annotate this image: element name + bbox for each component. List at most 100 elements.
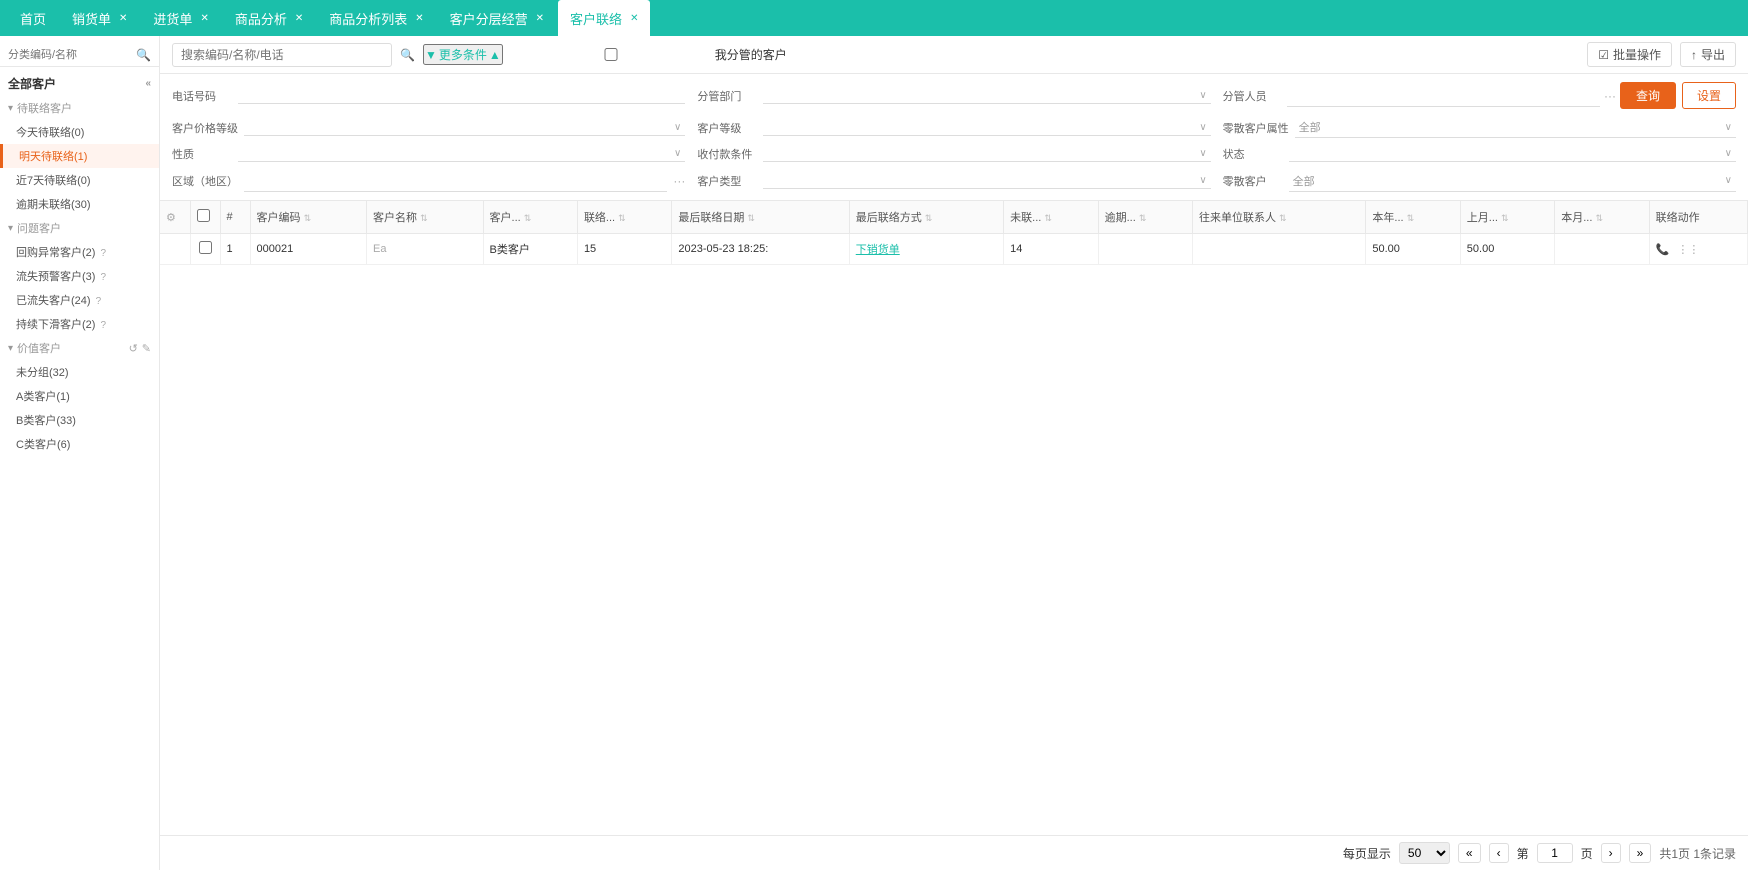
nav-customer-seg-close[interactable]: ✕ — [536, 13, 544, 24]
sort-arrows-this-month: ⇅ — [1595, 213, 1603, 223]
sidebar-item-ungrouped[interactable]: 未分组(32) — [0, 360, 159, 384]
col-overdue[interactable]: 逾期... ⇅ — [1098, 201, 1192, 234]
retail-customer-select[interactable]: 全部 ∨ — [1289, 171, 1736, 192]
select-all-checkbox[interactable] — [197, 209, 210, 222]
col-type[interactable]: 客户... ⇅ — [483, 201, 577, 234]
branch-dept-select[interactable]: ∨ — [763, 88, 1210, 104]
col-unit-contact[interactable]: 往来单位联系人 ⇅ — [1192, 201, 1365, 234]
col-contact[interactable]: 联络... ⇅ — [577, 201, 671, 234]
contact-action-icon[interactable]: 📞 — [1656, 243, 1670, 256]
sidebar-item-churn-warning-label: 流失预警客户(3) — [16, 271, 95, 283]
nav-customer-seg[interactable]: 客户分层经营 ✕ — [438, 0, 556, 36]
sidebar-item-tomorrow-contact[interactable]: 明天待联络(1) — [0, 144, 159, 168]
price-level-select[interactable]: ∨ — [244, 120, 685, 136]
price-level-arrow: ∨ — [674, 122, 681, 133]
edit-icon[interactable]: ✎ — [142, 342, 151, 355]
sidebar-search-icon[interactable]: 🔍 — [136, 48, 151, 62]
filter-row-branch-person: 分管人员 ··· 查询 设置 — [1223, 82, 1736, 109]
first-page-btn[interactable]: « — [1458, 843, 1481, 863]
payment-arrow: ∨ — [1199, 148, 1206, 159]
nav-purchase[interactable]: 进货单 ✕ — [141, 0, 220, 36]
my-customers-checkbox[interactable] — [511, 48, 711, 61]
sidebar-item-churned[interactable]: 已流失客户(24) ? — [0, 288, 159, 312]
branch-person-input[interactable] — [1287, 85, 1600, 107]
sidebar-item-overdue-label: 逾期未联络(30) — [16, 199, 91, 211]
last-page-btn[interactable]: » — [1629, 843, 1652, 863]
next-page-btn[interactable]: › — [1601, 843, 1621, 863]
value-group-icons: ↺ ✎ — [129, 342, 151, 355]
batch-operation-btn[interactable]: ☑ 批量操作 — [1587, 42, 1672, 67]
sidebar-item-overdue-contact[interactable]: 逾期未联络(30) — [0, 192, 159, 216]
filter-row-branch-dept: 分管部门 ∨ — [697, 88, 1210, 104]
settings-icon[interactable]: ⚙ — [166, 212, 176, 224]
search-input[interactable] — [172, 43, 392, 67]
sort-arrows-unit: ⇅ — [1279, 213, 1287, 223]
retail-attr-value: 全部 — [1299, 119, 1321, 135]
sidebar-item-today-contact[interactable]: 今天待联络(0) — [0, 120, 159, 144]
my-customers-filter[interactable]: 我分管的客户 — [511, 46, 787, 63]
col-contact-label: 联络... — [584, 212, 615, 224]
col-settings[interactable]: ⚙ — [160, 201, 190, 234]
col-last-contact-method[interactable]: 最后联络方式 ⇅ — [849, 201, 1003, 234]
retail-attr-label: 零散客户属性 — [1223, 120, 1289, 136]
col-code[interactable]: 客户编码 ⇅ — [250, 201, 367, 234]
sidebar-collapse-icon[interactable]: « — [145, 78, 151, 89]
row-last-method[interactable]: 下销货单 — [849, 234, 1003, 265]
status-select[interactable]: ∨ — [1289, 146, 1736, 162]
sidebar-item-class-a[interactable]: A类客户(1) — [0, 384, 159, 408]
customer-level-select[interactable]: ∨ — [763, 120, 1210, 136]
sidebar-item-class-b[interactable]: B类客户(33) — [0, 408, 159, 432]
nav-analysis-list-close[interactable]: ✕ — [415, 13, 423, 24]
area-more-icon[interactable]: ··· — [673, 174, 685, 188]
row-checkbox-cell[interactable] — [190, 234, 220, 265]
row-contact: 15 — [577, 234, 671, 265]
col-name-label: 客户名称 — [373, 212, 417, 224]
page-input[interactable] — [1537, 843, 1573, 863]
more-action-icon[interactable]: ⋮⋮ — [1677, 243, 1699, 256]
col-no-contact[interactable]: 未联... ⇅ — [1004, 201, 1098, 234]
refresh-icon[interactable]: ↺ — [129, 342, 138, 355]
prev-page-btn[interactable]: ‹ — [1489, 843, 1509, 863]
payment-select[interactable]: ∨ — [763, 146, 1210, 162]
row-action: 📞 ⋮⋮ — [1649, 234, 1747, 265]
sidebar-search-input[interactable] — [8, 49, 136, 61]
area-input[interactable] — [244, 170, 667, 192]
gender-select[interactable]: ∨ — [238, 146, 685, 162]
nav-analysis-list[interactable]: 商品分析列表 ✕ — [317, 0, 435, 36]
col-this-month[interactable]: 本月... ⇅ — [1555, 201, 1649, 234]
retail-attr-select[interactable]: 全部 ∨ — [1295, 117, 1736, 138]
nav-analysis-close[interactable]: ✕ — [295, 13, 303, 24]
col-checkbox[interactable] — [190, 201, 220, 234]
sidebar-item-repurchase-abnormal[interactable]: 回购异常客户(2) ? — [0, 240, 159, 264]
phone-input[interactable] — [238, 87, 685, 104]
nav-analysis[interactable]: 商品分析 ✕ — [223, 0, 315, 36]
sidebar-item-class-c[interactable]: C类客户(6) — [0, 432, 159, 456]
col-last-contact-date[interactable]: 最后联络日期 ⇅ — [672, 201, 849, 234]
more-conditions-btn[interactable]: ▼ 更多条件 ▲ — [423, 44, 503, 65]
table-row: 1 000021 Ea B类客户 15 2023-05-23 18:25: 下销… — [160, 234, 1748, 265]
export-btn[interactable]: ↑ 导出 — [1680, 42, 1736, 67]
last-method-link[interactable]: 下销货单 — [856, 244, 900, 256]
nav-customer-contact[interactable]: 客户联络 ✕ — [558, 0, 650, 36]
settings-btn[interactable]: 设置 — [1682, 82, 1736, 109]
per-page-select[interactable]: 50 100 200 — [1399, 842, 1450, 864]
nav-customer-contact-close[interactable]: ✕ — [630, 13, 638, 24]
query-btn[interactable]: 查询 — [1620, 82, 1676, 109]
nav-sales-close[interactable]: ✕ — [119, 13, 127, 24]
nav-purchase-close[interactable]: ✕ — [200, 13, 208, 24]
nav-sales[interactable]: 销货单 ✕ — [60, 0, 139, 36]
col-name[interactable]: 客户名称 ⇅ — [367, 201, 484, 234]
payment-label: 收付款条件 — [697, 146, 757, 162]
sidebar-all-customers[interactable]: 全部客户 « — [0, 71, 159, 96]
row-checkbox[interactable] — [199, 241, 212, 254]
more-icon[interactable]: ··· — [1604, 89, 1616, 103]
col-last-month[interactable]: 上月... ⇅ — [1460, 201, 1554, 234]
nav-home[interactable]: 首页 — [8, 0, 58, 36]
col-this-year[interactable]: 本年... ⇅ — [1366, 201, 1460, 234]
customer-type-select[interactable]: ∨ — [763, 173, 1210, 189]
sidebar-item-declining[interactable]: 持续下滑客户(2) ? — [0, 312, 159, 336]
top-navigation: 首页 销货单 ✕ 进货单 ✕ 商品分析 ✕ 商品分析列表 ✕ 客户分层经营 ✕ … — [0, 0, 1748, 36]
sidebar-item-7days-contact[interactable]: 近7天待联络(0) — [0, 168, 159, 192]
sidebar-item-churn-warning[interactable]: 流失预警客户(3) ? — [0, 264, 159, 288]
search-icon[interactable]: 🔍 — [400, 48, 415, 62]
